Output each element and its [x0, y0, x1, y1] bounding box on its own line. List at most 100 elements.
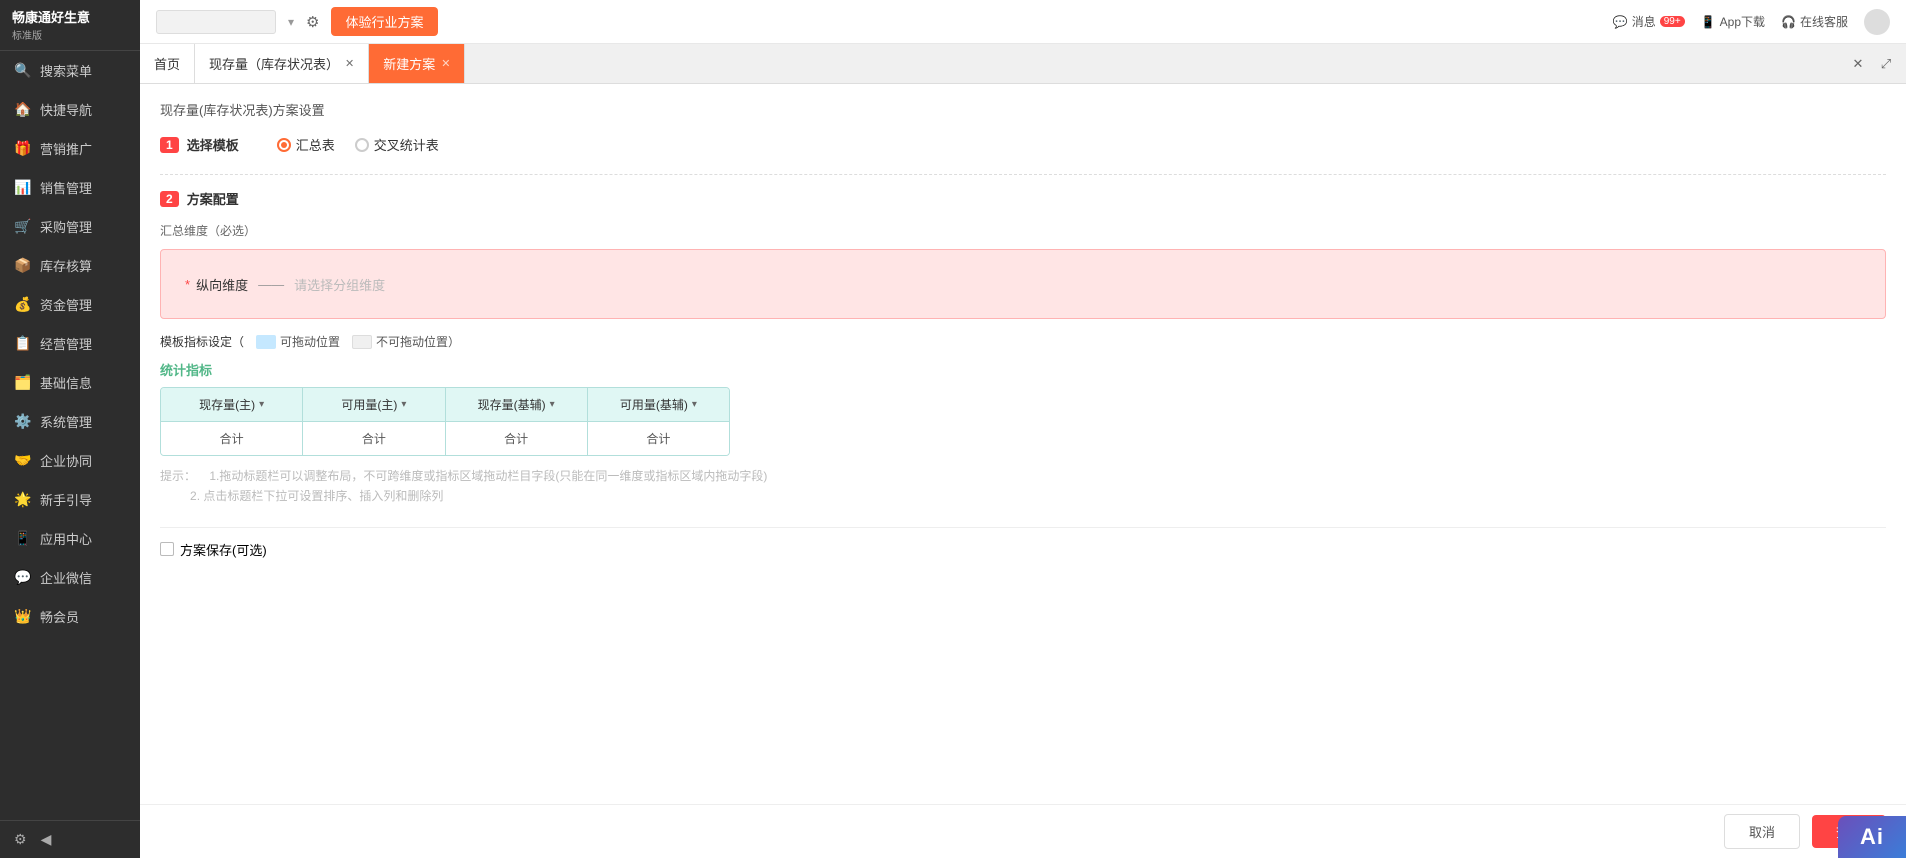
stats-cell-3: 合计	[446, 422, 588, 455]
close-window-button[interactable]: ✕	[1848, 54, 1868, 74]
sidebar-item-sales[interactable]: 📊 销售管理	[0, 168, 140, 207]
section2-header: 2 方案配置	[160, 189, 1886, 208]
tab-home-label: 首页	[154, 54, 180, 73]
sidebar: 畅康通好生意 标准版 🔍 搜索菜单 🏠 快捷导航 🎁 营销推广 📊 销售管理 🛒…	[0, 0, 140, 858]
cancel-button[interactable]: 取消	[1724, 814, 1800, 849]
ai-badge[interactable]: Ai	[1838, 816, 1906, 858]
tip-line2-row: 2. 点击标题栏下拉可设置排序、插入列和删除列	[160, 486, 1886, 506]
sidebar-item-member[interactable]: 👑 畅会员	[0, 597, 140, 636]
tab-inventory-close-icon[interactable]: ✕	[345, 57, 354, 70]
tip-prefix: 提示： 1.拖动标题栏可以调整布局，不可跨维度或指标区域拖动栏目字段(只能在同一…	[160, 466, 1886, 486]
sidebar-item-wechat[interactable]: 💬 企业微信	[0, 558, 140, 597]
sidebar-item-label-quicknav: 快捷导航	[40, 100, 92, 119]
sidebar-item-finance[interactable]: 💰 资金管理	[0, 285, 140, 324]
message-button[interactable]: 💬 消息 99+	[1613, 13, 1685, 30]
tip-line1: 1.拖动标题栏可以调整布局，不可跨维度或指标区域拖动栏目字段(只能在同一维度或指…	[209, 469, 767, 483]
sidebar-item-label-purchase: 采购管理	[40, 217, 92, 236]
stats-col-1[interactable]: 现存量(主) ▾	[161, 388, 303, 421]
stats-label: 统计指标	[160, 360, 1886, 379]
sidebar-item-purchase[interactable]: 🛒 采购管理	[0, 207, 140, 246]
search-input[interactable]	[156, 10, 276, 34]
sidebar-item-quicknav[interactable]: 🏠 快捷导航	[0, 90, 140, 129]
box-icon: 📦	[14, 256, 32, 274]
settings-icon[interactable]: ⚙	[14, 831, 27, 848]
sidebar-item-search[interactable]: 🔍 搜索菜单	[0, 51, 140, 90]
save-scheme-checkbox[interactable]	[160, 542, 174, 556]
sidebar-item-label-search: 搜索菜单	[40, 61, 92, 80]
tab-new-scheme-label: 新建方案	[383, 54, 435, 73]
col3-chevron-icon[interactable]: ▾	[550, 399, 555, 410]
sidebar-item-label-finance: 资金管理	[40, 295, 92, 314]
wechat-icon: 💬	[14, 568, 32, 586]
home-icon: 🏠	[14, 100, 32, 118]
stats-table: 现存量(主) ▾ 可用量(主) ▾ 现存量(基辅) ▾ 可用量(基辅) ▾	[160, 387, 730, 456]
folder-icon: 🗂️	[14, 373, 32, 391]
dim-dash: ——	[258, 277, 284, 292]
maximize-window-button[interactable]: ⤢	[1876, 54, 1896, 74]
col4-chevron-icon[interactable]: ▾	[692, 399, 697, 410]
action-bar: 取消 查询	[140, 804, 1906, 858]
radio-summary-circle	[277, 138, 291, 152]
app-subtitle: 标准版	[12, 27, 128, 42]
tab-new-scheme-close-icon[interactable]: ✕	[441, 57, 450, 70]
content-area: 现存量(库存状况表)方案设置 1 选择模板 汇总表 交叉统计表	[140, 84, 1906, 804]
service-button[interactable]: 🎧 在线客服	[1781, 13, 1848, 30]
radio-crosstab-circle	[355, 138, 369, 152]
divider-1	[160, 174, 1886, 175]
tab-inventory-status[interactable]: 现存量（库存状况表） ✕	[195, 44, 369, 83]
sidebar-item-label-newguide: 新手引导	[40, 490, 92, 509]
dim-placeholder: 请选择分组维度	[294, 275, 385, 294]
col2-chevron-icon[interactable]: ▾	[401, 399, 406, 410]
sidebar-item-inventory[interactable]: 📦 库存核算	[0, 246, 140, 285]
topbar-gear-icon[interactable]: ⚙	[306, 13, 319, 31]
template-options: 汇总表 交叉统计表	[247, 135, 439, 154]
tabbar: 首页 现存量（库存状况表） ✕ 新建方案 ✕ ✕ ⤢	[140, 44, 1906, 84]
money-icon: 💰	[14, 295, 32, 313]
sidebar-item-enterprise[interactable]: 🤝 企业协同	[0, 441, 140, 480]
sidebar-nav: 🔍 搜索菜单 🏠 快捷导航 🎁 营销推广 📊 销售管理 🛒 采购管理 📦 库存核…	[0, 51, 140, 820]
radio-crosstab[interactable]: 交叉统计表	[355, 135, 439, 154]
tips-area: 提示： 1.拖动标题栏可以调整布局，不可跨维度或指标区域拖动栏目字段(只能在同一…	[160, 466, 1886, 507]
cta-button[interactable]: 体验行业方案	[331, 7, 437, 36]
legend-nondraggable: 不可拖动位置）	[352, 333, 460, 350]
legend-draggable: 可拖动位置	[256, 333, 340, 350]
sidebar-item-label-operations: 经营管理	[40, 334, 92, 353]
tab-new-scheme[interactable]: 新建方案 ✕	[369, 44, 465, 83]
tab-inventory-status-label: 现存量（库存状况表）	[209, 54, 339, 73]
audio-icon[interactable]: ◀	[41, 831, 52, 848]
sidebar-item-operations[interactable]: 📋 经营管理	[0, 324, 140, 363]
message-badge: 99+	[1660, 16, 1685, 27]
sidebar-logo: 畅康通好生意 标准版	[0, 0, 140, 51]
stats-col-2[interactable]: 可用量(主) ▾	[303, 388, 445, 421]
stats-col-3[interactable]: 现存量(基辅) ▾	[446, 388, 588, 421]
sidebar-item-label-appcenter: 应用中心	[40, 529, 92, 548]
stats-cell-4: 合计	[588, 422, 729, 455]
avatar[interactable]	[1864, 9, 1890, 35]
app-download-label: App下载	[1720, 13, 1765, 30]
dim-area[interactable]: * 纵向维度 —— 请选择分组维度	[160, 249, 1886, 319]
sidebar-item-appcenter[interactable]: 📱 应用中心	[0, 519, 140, 558]
sidebar-item-label-member: 畅会员	[40, 607, 79, 626]
sidebar-item-basic[interactable]: 🗂️ 基础信息	[0, 363, 140, 402]
star-icon: 🌟	[14, 490, 32, 508]
radio-crosstab-label: 交叉统计表	[374, 135, 439, 154]
sidebar-item-marketing[interactable]: 🎁 营销推广	[0, 129, 140, 168]
sidebar-item-label-basic: 基础信息	[40, 373, 92, 392]
app-download-button[interactable]: 📱 App下载	[1701, 13, 1765, 30]
col1-chevron-icon[interactable]: ▾	[259, 399, 264, 410]
sidebar-item-label-inventory: 库存核算	[40, 256, 92, 275]
stats-col-3-label: 现存量(基辅)	[478, 396, 546, 413]
metrics-label-title: 模板指标设定（	[160, 333, 244, 350]
radio-summary[interactable]: 汇总表	[277, 135, 335, 154]
stats-col-4[interactable]: 可用量(基辅) ▾	[588, 388, 729, 421]
sidebar-item-system[interactable]: ⚙️ 系统管理	[0, 402, 140, 441]
service-label: 在线客服	[1800, 13, 1848, 30]
sidebar-item-newguide[interactable]: 🌟 新手引导	[0, 480, 140, 519]
tab-home[interactable]: 首页	[140, 44, 195, 83]
legend-nondraggable-box	[352, 335, 372, 349]
crown-icon: 👑	[14, 607, 32, 625]
main-area: ▾ ⚙ 体验行业方案 💬 消息 99+ 📱 App下载 🎧 在线客服 首页	[140, 0, 1906, 858]
dropdown-icon[interactable]: ▾	[288, 15, 294, 29]
message-icon: 💬	[1613, 15, 1628, 29]
sidebar-item-label-sales: 销售管理	[40, 178, 92, 197]
